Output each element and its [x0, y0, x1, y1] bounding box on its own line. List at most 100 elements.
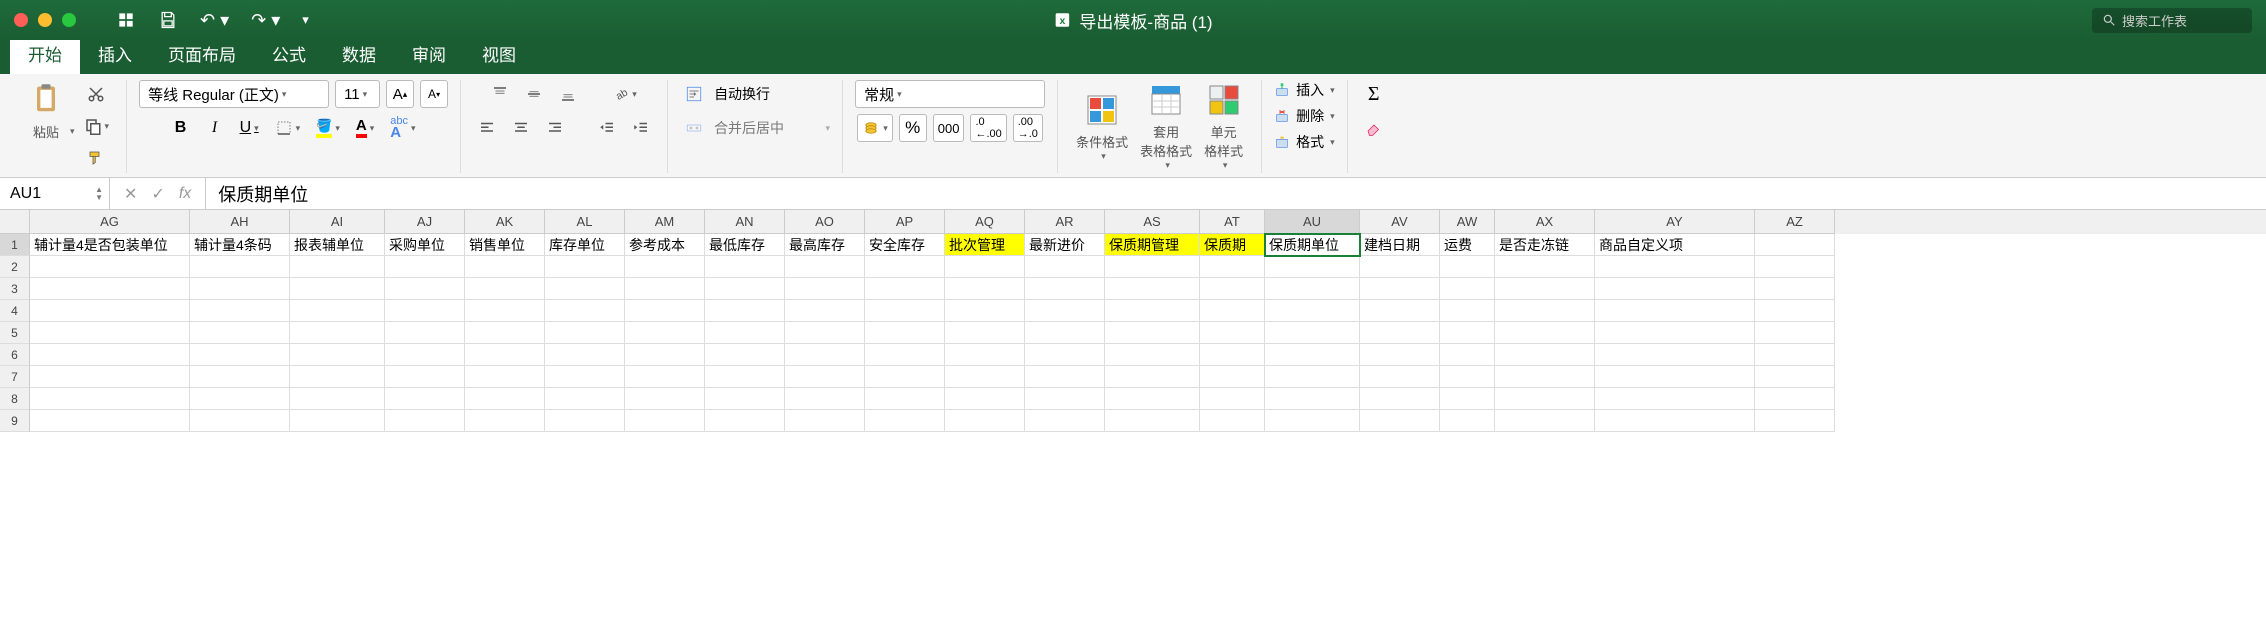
- cell[interactable]: [1200, 366, 1265, 388]
- cell[interactable]: [1200, 278, 1265, 300]
- cell[interactable]: [290, 410, 385, 432]
- cell[interactable]: [625, 278, 705, 300]
- column-header[interactable]: AQ: [945, 210, 1025, 234]
- font-color-button[interactable]: A: [351, 114, 379, 142]
- cell[interactable]: [30, 410, 190, 432]
- bold-button[interactable]: B: [167, 114, 195, 142]
- cell[interactable]: [1360, 322, 1440, 344]
- cell[interactable]: [290, 278, 385, 300]
- column-header[interactable]: AX: [1495, 210, 1595, 234]
- cell[interactable]: [785, 366, 865, 388]
- format-painter-button[interactable]: [79, 144, 115, 172]
- cell[interactable]: 销售单位: [465, 234, 545, 256]
- namebox-stepper[interactable]: ▲▼: [95, 186, 103, 202]
- column-header[interactable]: AZ: [1755, 210, 1835, 234]
- cell[interactable]: [190, 410, 290, 432]
- cell[interactable]: [385, 410, 465, 432]
- name-box[interactable]: AU1 ▲▼: [0, 178, 110, 209]
- cell[interactable]: [1495, 388, 1595, 410]
- cell[interactable]: [545, 388, 625, 410]
- cell[interactable]: [465, 300, 545, 322]
- column-header[interactable]: AO: [785, 210, 865, 234]
- cell[interactable]: [1360, 344, 1440, 366]
- cell[interactable]: [1105, 278, 1200, 300]
- autosum-button[interactable]: Σ: [1360, 80, 1388, 108]
- decrease-indent-button[interactable]: [593, 114, 621, 142]
- cell[interactable]: [1265, 322, 1360, 344]
- cell[interactable]: [865, 388, 945, 410]
- orientation-button[interactable]: ab: [606, 80, 642, 108]
- cell[interactable]: [1200, 256, 1265, 278]
- cell[interactable]: [705, 388, 785, 410]
- cell[interactable]: [465, 344, 545, 366]
- cell[interactable]: [290, 388, 385, 410]
- cell[interactable]: 最新进价: [1025, 234, 1105, 256]
- column-header[interactable]: AT: [1200, 210, 1265, 234]
- column-header[interactable]: AI: [290, 210, 385, 234]
- delete-cells-button[interactable]: 删除 ▾: [1274, 106, 1335, 126]
- cell[interactable]: 运费: [1440, 234, 1495, 256]
- paste-dropdown[interactable]: ▾: [70, 126, 75, 137]
- cell[interactable]: [625, 256, 705, 278]
- cell[interactable]: [545, 366, 625, 388]
- cell[interactable]: [785, 322, 865, 344]
- redo-button[interactable]: ↷ ▾: [251, 10, 280, 31]
- cell[interactable]: [190, 344, 290, 366]
- cell[interactable]: [1265, 410, 1360, 432]
- row-header[interactable]: 4: [0, 300, 30, 322]
- cell[interactable]: [1025, 256, 1105, 278]
- cell[interactable]: [1025, 366, 1105, 388]
- cell[interactable]: 采购单位: [385, 234, 465, 256]
- column-header[interactable]: AS: [1105, 210, 1200, 234]
- cell[interactable]: [290, 366, 385, 388]
- format-cells-button[interactable]: 格式 ▾: [1274, 132, 1335, 152]
- cell[interactable]: [945, 344, 1025, 366]
- cell[interactable]: [1360, 300, 1440, 322]
- row-header[interactable]: 3: [0, 278, 30, 300]
- cell[interactable]: [1105, 410, 1200, 432]
- accept-formula-button[interactable]: ✓: [151, 184, 164, 204]
- cell[interactable]: [190, 366, 290, 388]
- format-as-table-button[interactable]: 套用 表格格式: [1134, 80, 1198, 173]
- cell[interactable]: [1105, 344, 1200, 366]
- cell[interactable]: [190, 322, 290, 344]
- cell[interactable]: [290, 322, 385, 344]
- cell[interactable]: 辅计量4是否包装单位: [30, 234, 190, 256]
- cell[interactable]: [1755, 366, 1835, 388]
- cell[interactable]: [1200, 344, 1265, 366]
- cell[interactable]: [865, 344, 945, 366]
- phonetic-button[interactable]: abcA: [385, 114, 420, 142]
- cell[interactable]: [705, 322, 785, 344]
- cell[interactable]: 是否走冻链: [1495, 234, 1595, 256]
- search-sheet-box[interactable]: 搜索工作表: [2092, 8, 2252, 33]
- column-header[interactable]: AP: [865, 210, 945, 234]
- row-header[interactable]: 2: [0, 256, 30, 278]
- cell[interactable]: [785, 278, 865, 300]
- cell[interactable]: [1440, 300, 1495, 322]
- cell[interactable]: [865, 322, 945, 344]
- cell[interactable]: [1360, 410, 1440, 432]
- cell[interactable]: [785, 344, 865, 366]
- cell[interactable]: [865, 278, 945, 300]
- align-left-button[interactable]: [473, 114, 501, 142]
- cell[interactable]: [1595, 256, 1755, 278]
- cell[interactable]: [30, 366, 190, 388]
- cell[interactable]: [865, 410, 945, 432]
- cell[interactable]: 批次管理: [945, 234, 1025, 256]
- cell[interactable]: [30, 344, 190, 366]
- cell[interactable]: [290, 300, 385, 322]
- column-header[interactable]: AL: [545, 210, 625, 234]
- cell[interactable]: [625, 366, 705, 388]
- cell[interactable]: [545, 322, 625, 344]
- column-header[interactable]: AJ: [385, 210, 465, 234]
- row-header[interactable]: 1: [0, 234, 30, 256]
- cell[interactable]: [1595, 322, 1755, 344]
- align-top-button[interactable]: [486, 80, 514, 108]
- column-header[interactable]: AK: [465, 210, 545, 234]
- italic-button[interactable]: I: [201, 114, 229, 142]
- cell[interactable]: [545, 300, 625, 322]
- cell[interactable]: [1440, 278, 1495, 300]
- decrease-decimal-button[interactable]: .00→.0: [1013, 114, 1043, 142]
- column-header[interactable]: AG: [30, 210, 190, 234]
- cell[interactable]: [1200, 322, 1265, 344]
